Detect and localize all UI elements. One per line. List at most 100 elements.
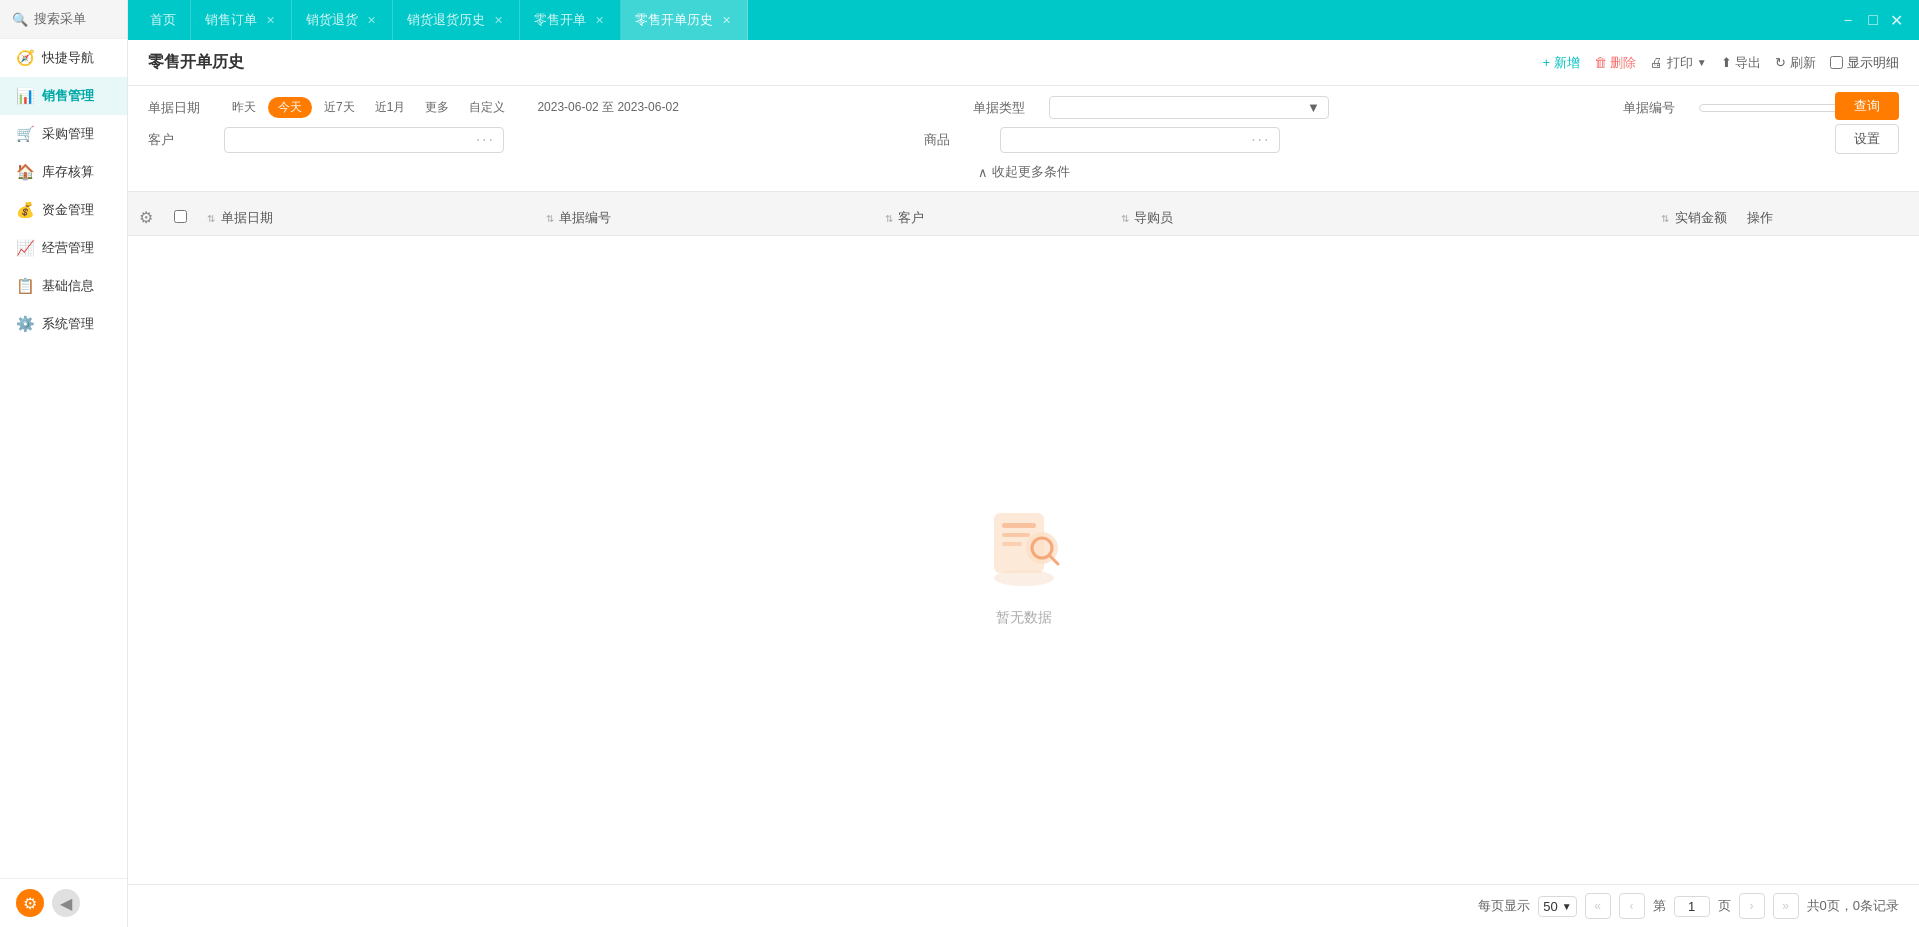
tab-close-retail-open[interactable]: ✕ <box>592 13 606 27</box>
print-label: 🖨 打印 <box>1650 54 1693 72</box>
next-page-btn[interactable]: › <box>1739 893 1765 919</box>
sort-icon-guide: ⇅ <box>1121 213 1129 224</box>
sidebar-search-label: 搜索采单 <box>34 10 86 28</box>
sidebar-label-finance: 资金管理 <box>42 201 94 219</box>
customer-input[interactable]: ··· <box>224 127 504 153</box>
th-number[interactable]: ⇅ 单据编号 <box>536 200 875 236</box>
date-btn-近1月[interactable]: 近1月 <box>367 97 414 118</box>
sidebar-icon-operations: 📈 <box>16 239 34 257</box>
date-btn-昨天[interactable]: 昨天 <box>224 97 264 118</box>
add-button[interactable]: + 新增 <box>1542 54 1579 72</box>
search-icon: 🔍 <box>12 12 28 27</box>
per-page-arrow: ▼ <box>1562 901 1572 912</box>
tab-close-sales-return-history[interactable]: ✕ <box>491 13 505 27</box>
page-header: 零售开单历史 + 新增 🗑 删除 🖨 打印 ▼ ⬆ 导出 ↻ 刷新 显示明细 <box>128 40 1919 86</box>
svg-rect-3 <box>1002 533 1030 537</box>
date-btn-今天[interactable]: 今天 <box>268 97 312 118</box>
last-page-btn[interactable]: » <box>1773 893 1799 919</box>
tab-close-retail-history[interactable]: ✕ <box>719 13 733 27</box>
sort-icon-date: ⇅ <box>207 213 215 224</box>
collapse-icon: ∧ <box>978 165 988 180</box>
th-customer[interactable]: ⇅ 客户 <box>875 200 1111 236</box>
tab-sales-order[interactable]: 销售订单✕ <box>191 0 292 40</box>
th-date[interactable]: ⇅ 单据日期 <box>197 200 536 236</box>
page-label-before: 第 <box>1653 897 1666 915</box>
goods-input[interactable]: ··· <box>1000 127 1280 153</box>
tab-home[interactable]: 首页 <box>136 0 191 40</box>
sidebar-icon-finance: 💰 <box>16 201 34 219</box>
settings-button[interactable]: 设置 <box>1835 124 1899 154</box>
settings-footer-btn[interactable]: ⚙ <box>16 889 44 917</box>
filter-area: 单据日期 昨天今天近7天近1月更多自定义 2023-06-02 至 2023-0… <box>128 86 1919 192</box>
collapse-filter-btn[interactable]: ∧ 收起更多条件 <box>148 161 1899 183</box>
sidebar-item-inventory[interactable]: 🏠库存核算 <box>0 153 127 191</box>
th-action-label: 操作 <box>1747 210 1773 225</box>
date-btn-更多[interactable]: 更多 <box>417 97 457 118</box>
sidebar-footer: ⚙ ◀ <box>0 878 127 927</box>
gear-icon[interactable]: ⚙ <box>139 209 153 226</box>
th-action: 操作 <box>1737 200 1919 236</box>
check-column[interactable] <box>164 200 197 236</box>
gear-column[interactable]: ⚙ <box>128 200 164 236</box>
sort-icon-amount: ⇅ <box>1661 213 1669 224</box>
tab-sales-return[interactable]: 销货退货✕ <box>292 0 393 40</box>
date-label: 单据日期 <box>148 99 204 117</box>
th-guide-label: 导购员 <box>1134 210 1173 225</box>
type-select[interactable]: ▼ <box>1049 96 1329 119</box>
tab-close-sales-return[interactable]: ✕ <box>364 13 378 27</box>
empty-text: 暂无数据 <box>996 609 1052 627</box>
show-detail-input[interactable] <box>1830 56 1843 69</box>
minimize-btn[interactable]: － <box>1840 10 1856 31</box>
sidebar-item-basic-info[interactable]: 📋 基础信息 <box>0 267 127 305</box>
close-btn[interactable]: ✕ <box>1890 11 1903 30</box>
sidebar-icon-basic-info: 📋 <box>16 277 34 295</box>
sidebar-item-finance[interactable]: 💰 资金管理 <box>0 191 127 229</box>
print-button[interactable]: 🖨 打印 ▼ <box>1650 54 1707 72</box>
page-number-input[interactable] <box>1674 896 1710 917</box>
maximize-btn[interactable]: □ <box>1868 11 1878 29</box>
date-range: 2023-06-02 至 2023-06-02 <box>537 99 678 116</box>
prev-page-btn[interactable]: ‹ <box>1619 893 1645 919</box>
sidebar-label-basic-info: 基础信息 <box>42 277 94 295</box>
empty-state: 暂无数据 <box>128 236 1919 884</box>
sidebar-label-sales-mgmt: 销售管理 <box>42 87 94 105</box>
sidebar-item-purchase-mgmt[interactable]: 🛒采购管理 <box>0 115 127 153</box>
sidebar-item-sys-mgmt[interactable]: ⚙️系统管理 <box>0 305 127 343</box>
goods-label: 商品 <box>924 131 980 149</box>
show-detail-checkbox[interactable]: 显示明细 <box>1830 54 1899 72</box>
content-area: 零售开单历史 + 新增 🗑 删除 🖨 打印 ▼ ⬆ 导出 ↻ 刷新 显示明细 单… <box>128 40 1919 927</box>
query-button[interactable]: 查询 <box>1835 92 1899 120</box>
total-info: 共0页，0条记录 <box>1807 897 1899 915</box>
sort-icon-customer: ⇅ <box>885 213 893 224</box>
collapse-sidebar-btn[interactable]: ◀ <box>52 889 80 917</box>
th-amount-label: 实销金额 <box>1675 210 1727 225</box>
select-all-checkbox[interactable] <box>174 210 187 223</box>
tab-retail-open[interactable]: 零售开单✕ <box>520 0 621 40</box>
tab-close-sales-order[interactable]: ✕ <box>263 13 277 27</box>
tab-sales-return-history[interactable]: 销货退货历史 ✕ <box>393 0 520 40</box>
sidebar-label-sys-mgmt: 系统管理 <box>42 315 94 333</box>
tab-label-retail-history: 零售开单历史 <box>635 11 713 29</box>
tab-label-sales-return-history: 销货退货历史 <box>407 11 485 29</box>
sidebar-item-operations[interactable]: 📈经营管理 <box>0 229 127 267</box>
first-page-btn[interactable]: « <box>1585 893 1611 919</box>
per-page-value: 50 <box>1543 899 1557 914</box>
number-label: 单据编号 <box>1623 99 1679 117</box>
export-button[interactable]: ⬆ 导出 <box>1721 54 1762 72</box>
sidebar-item-sales-mgmt[interactable]: 📊 销售管理 <box>0 77 127 115</box>
pagination: 每页显示 50 ▼ « ‹ 第 页 › » 共0页，0条记录 <box>128 884 1919 927</box>
date-btn-近7天[interactable]: 近7天 <box>316 97 363 118</box>
date-btn-自定义[interactable]: 自定义 <box>461 97 513 118</box>
sidebar-icon-sales-mgmt: 📊 <box>16 87 34 105</box>
svg-rect-2 <box>1002 523 1036 528</box>
delete-button[interactable]: 🗑 删除 <box>1594 54 1637 72</box>
th-amount[interactable]: ⇅ 实销金额 <box>1398 200 1737 236</box>
per-page-select[interactable]: 50 ▼ <box>1538 896 1576 917</box>
tab-retail-history[interactable]: 零售开单历史 ✕ <box>621 0 748 40</box>
data-table: ⚙ ⇅ 单据日期 ⇅ 单据编号 <box>128 200 1919 236</box>
sidebar-search[interactable]: 🔍 搜索采单 <box>0 0 127 39</box>
refresh-button[interactable]: ↻ 刷新 <box>1775 54 1816 72</box>
sidebar-item-quick-nav[interactable]: 🧭快捷导航 <box>0 39 127 77</box>
header-actions: + 新增 🗑 删除 🖨 打印 ▼ ⬆ 导出 ↻ 刷新 显示明细 <box>1542 54 1899 72</box>
th-guide[interactable]: ⇅ 导购员 <box>1111 200 1398 236</box>
